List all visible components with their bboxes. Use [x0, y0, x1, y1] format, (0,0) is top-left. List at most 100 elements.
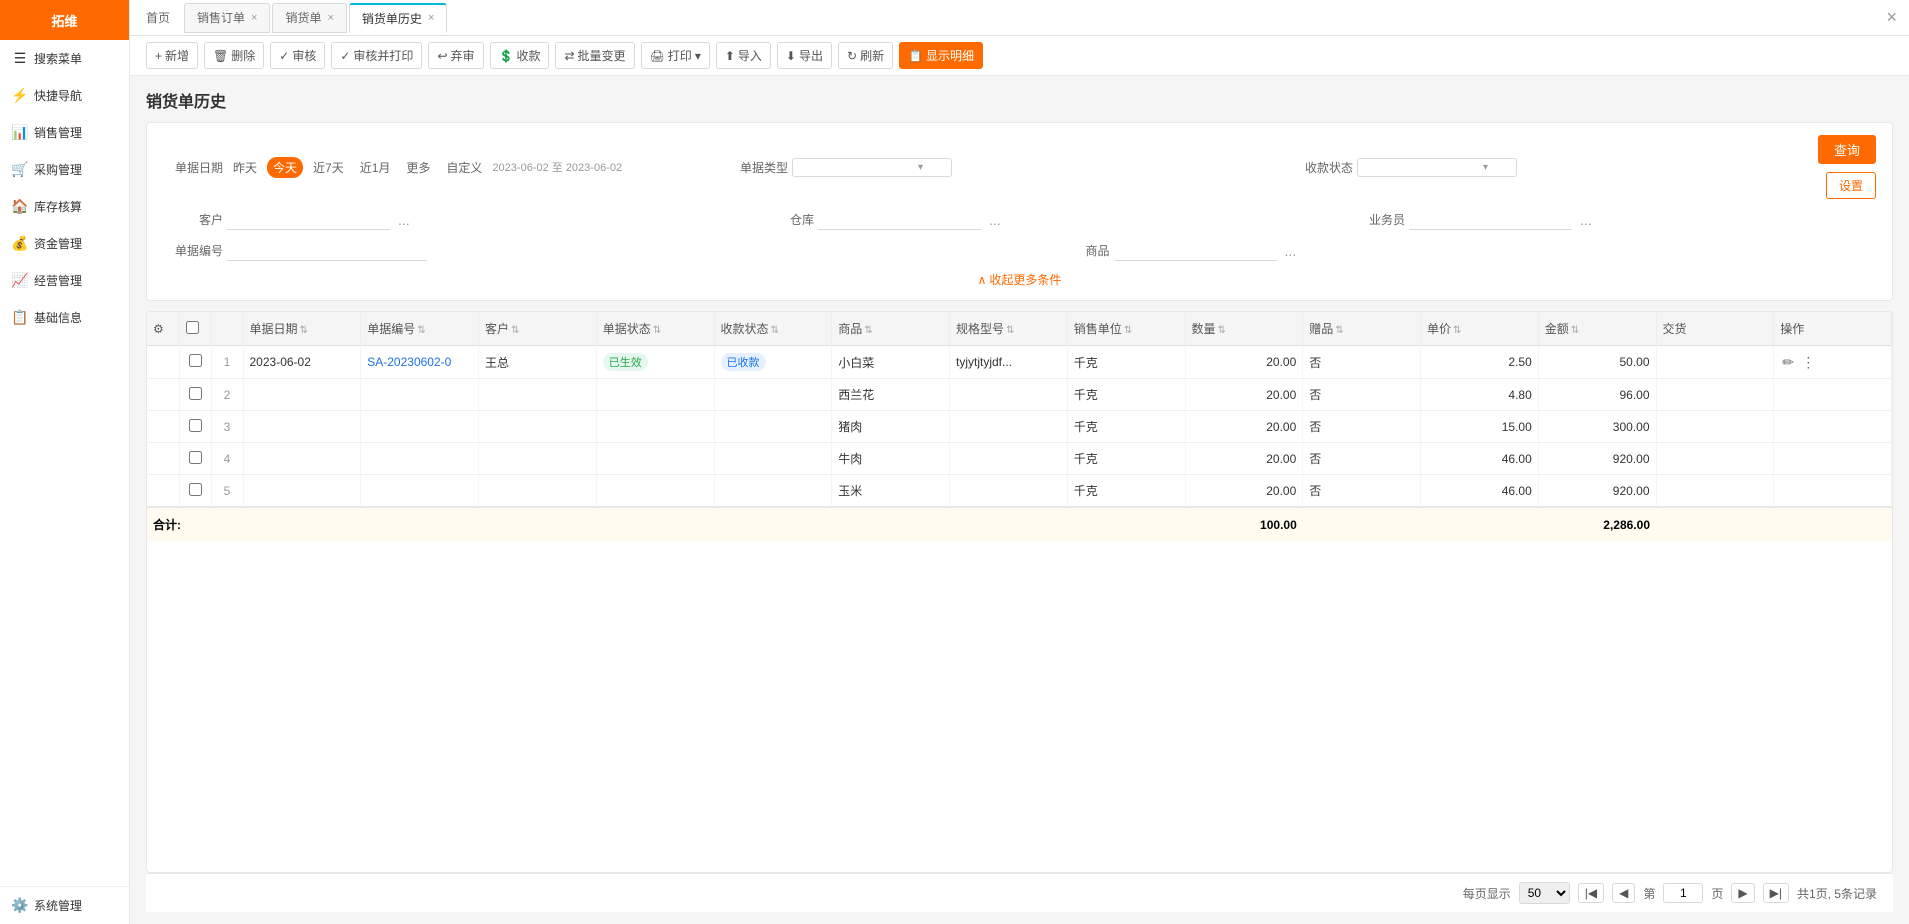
col-customer[interactable]: 客户⇅ [479, 312, 597, 346]
row-checkbox-cell[interactable] [179, 379, 211, 411]
salesperson-input[interactable] [1409, 209, 1572, 230]
batch-change-label: 批量变更 [578, 47, 626, 64]
sidebar-item-search-menu[interactable]: ☰ 搜索菜单 [0, 40, 129, 77]
sidebar-item-sales-mgmt[interactable]: 📊 销售管理 [0, 114, 129, 151]
sort-doc-status-icon: ⇅ [653, 325, 661, 336]
col-settings[interactable]: ⚙ [147, 312, 179, 346]
filter-collect-status-field: 收款状态 ▾ [1293, 158, 1798, 177]
page-number-input[interactable] [1663, 883, 1703, 903]
show-detail-button[interactable]: 📋 显示明细 [899, 42, 983, 69]
row-checkbox[interactable] [189, 483, 202, 496]
col-goods[interactable]: 商品⇅ [832, 312, 950, 346]
sidebar-item-label: 基础信息 [34, 309, 82, 326]
next-page-button[interactable]: ▶ [1731, 883, 1754, 903]
collect-button[interactable]: 💲 收款 [490, 42, 550, 69]
col-collect-status[interactable]: 收款状态⇅ [714, 312, 832, 346]
query-button[interactable]: 查询 [1818, 135, 1876, 164]
customer-ellipsis[interactable]: ... [394, 212, 414, 228]
tab-delivery[interactable]: 销货单 × [272, 3, 346, 33]
close-all-tabs-button[interactable]: × [1878, 7, 1905, 28]
col-doc-num[interactable]: 单据编号⇅ [361, 312, 479, 346]
row-checkbox[interactable] [189, 419, 202, 432]
col-gift[interactable]: 赠品⇅ [1303, 312, 1421, 346]
row-checkbox-cell[interactable] [179, 475, 211, 508]
date-yesterday-btn[interactable]: 昨天 [227, 157, 263, 178]
date-more-btn[interactable]: 更多 [400, 157, 436, 178]
row-doc-num[interactable]: SA-20230602-0 [361, 346, 479, 379]
print-button[interactable]: 🖨 打印 ▾ [641, 42, 710, 69]
delete-button[interactable]: 🗑 删除 [204, 42, 264, 69]
set-button[interactable]: 设置 [1826, 172, 1876, 199]
first-page-button[interactable]: |◀ [1578, 883, 1604, 903]
row-checkbox[interactable] [189, 387, 202, 400]
warehouse-ellipsis[interactable]: ... [985, 212, 1005, 228]
sidebar-item-system-mgmt[interactable]: ⚙️ 系统管理 [0, 886, 129, 924]
col-quantity[interactable]: 数量⇅ [1185, 312, 1303, 346]
row-checkbox-cell[interactable] [179, 443, 211, 475]
edit-action-btn[interactable]: ✏ [1780, 352, 1796, 372]
batch-change-button[interactable]: ⇄ 批量变更 [555, 42, 634, 69]
more-action-btn[interactable]: ⋮ [1799, 352, 1817, 372]
col-unit-price[interactable]: 单价⇅ [1421, 312, 1539, 346]
goods-ellipsis[interactable]: ... [1281, 243, 1301, 259]
sidebar-item-finance-mgmt[interactable]: 💰 资金管理 [0, 225, 129, 262]
filter-warehouse-field: 仓库 ... [754, 209, 1285, 230]
col-amount[interactable]: 金额⇅ [1538, 312, 1656, 346]
customer-input[interactable] [227, 209, 390, 230]
date-custom-btn[interactable]: 自定义 [440, 157, 488, 178]
row-doc-num[interactable] [361, 443, 479, 475]
prev-page-button[interactable]: ◀ [1612, 883, 1635, 903]
col-sales-unit[interactable]: 销售单位⇅ [1067, 312, 1185, 346]
date-7days-btn[interactable]: 近7天 [307, 157, 350, 178]
col-spec-model[interactable]: 规格型号⇅ [950, 312, 1068, 346]
audit-button[interactable]: ✓ 审核 [270, 42, 325, 69]
date-today-btn[interactable]: 今天 [267, 157, 303, 178]
app-logo: 拓维 [0, 0, 129, 40]
import-button[interactable]: ⬆ 导入 [716, 42, 771, 69]
warehouse-input[interactable] [818, 209, 981, 230]
sidebar-item-purchase-mgmt[interactable]: 🛒 采购管理 [0, 151, 129, 188]
doc-num-link[interactable]: SA-20230602-0 [367, 355, 451, 369]
tab-sales-order[interactable]: 销售订单 × [184, 3, 270, 33]
row-checkbox[interactable] [189, 451, 202, 464]
refresh-button[interactable]: ↻ 刷新 [838, 42, 893, 69]
goods-input[interactable] [1114, 240, 1277, 261]
audit-print-button[interactable]: ✓ 审核并打印 [331, 42, 422, 69]
show-detail-label: 显示明细 [926, 47, 974, 64]
row-collect-status [714, 443, 832, 475]
tab-delivery-history[interactable]: 销货单历史 × [349, 3, 447, 33]
row-doc-num[interactable] [361, 475, 479, 508]
tab-delivery-history-close[interactable]: × [428, 12, 434, 24]
salesperson-ellipsis[interactable]: ... [1576, 212, 1596, 228]
collapse-button[interactable]: ∧ 收起更多条件 [978, 271, 1062, 288]
last-page-button[interactable]: ▶| [1763, 883, 1789, 903]
col-doc-status[interactable]: 单据状态⇅ [596, 312, 714, 346]
docnum-input[interactable] [227, 240, 427, 261]
col-doc-date[interactable]: 单据日期⇅ [243, 312, 361, 346]
sidebar-item-quick-nav[interactable]: ⚡ 快捷导航 [0, 77, 129, 114]
date-1month-btn[interactable]: 近1月 [354, 157, 397, 178]
tab-delivery-close[interactable]: × [327, 12, 333, 24]
row-checkbox[interactable] [189, 354, 202, 367]
row-amount: 96.00 [1538, 379, 1656, 411]
type-select[interactable]: ▾ [792, 158, 952, 177]
row-checkbox-cell[interactable] [179, 411, 211, 443]
col-checkbox[interactable] [179, 312, 211, 346]
row-quantity: 20.00 [1185, 379, 1303, 411]
collect-status-select[interactable]: ▾ [1357, 158, 1517, 177]
export-button[interactable]: ⬇ 导出 [777, 42, 832, 69]
abandon-button[interactable]: ↩ 弃审 [428, 42, 483, 69]
collect-icon: 💲 [499, 49, 514, 63]
sidebar-item-inventory[interactable]: 🏠 库存核算 [0, 188, 129, 225]
select-all-checkbox[interactable] [186, 321, 199, 334]
row-unit-price: 46.00 [1421, 475, 1539, 508]
tab-home[interactable]: 首页 [134, 3, 182, 33]
row-doc-num[interactable] [361, 379, 479, 411]
page-size-select[interactable]: 10 20 50 100 [1519, 882, 1570, 904]
tab-sales-order-close[interactable]: × [251, 12, 257, 24]
row-checkbox-cell[interactable] [179, 346, 211, 379]
sidebar-item-basic-info[interactable]: 📋 基础信息 [0, 299, 129, 336]
row-doc-num[interactable] [361, 411, 479, 443]
sidebar-item-operations-mgmt[interactable]: 📈 经营管理 [0, 262, 129, 299]
add-button[interactable]: + 新增 [146, 42, 198, 69]
